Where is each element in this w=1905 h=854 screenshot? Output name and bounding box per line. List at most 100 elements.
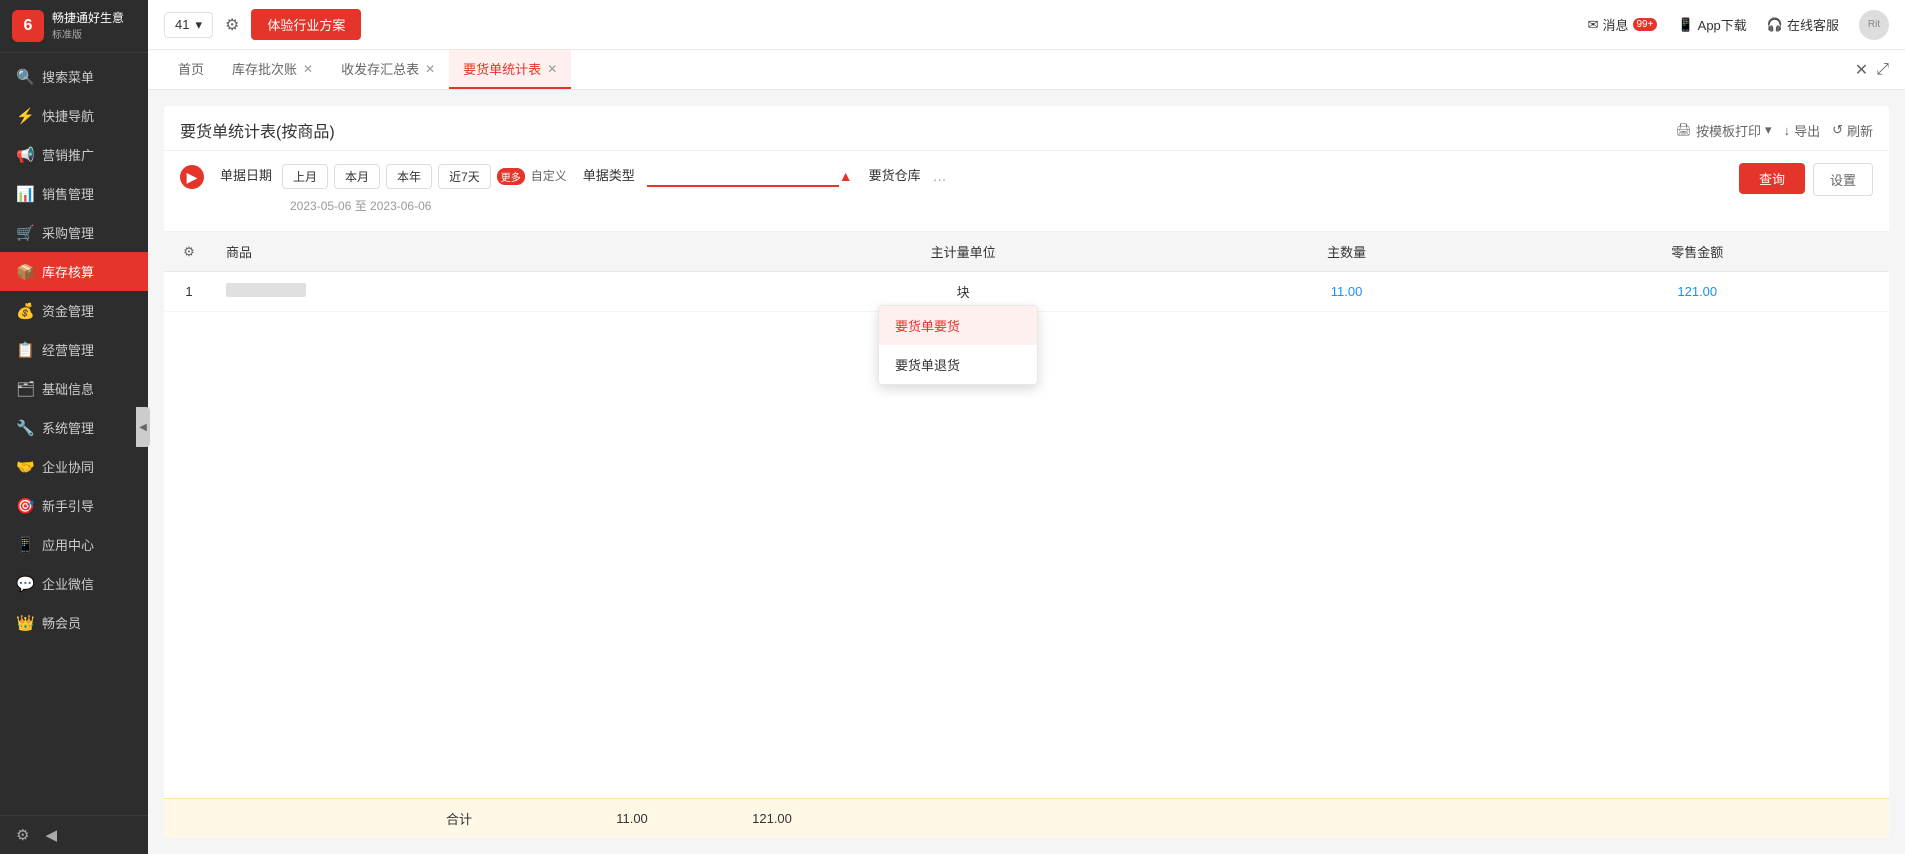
refresh-btn[interactable]: ↺ 刷新 [1832, 121, 1873, 140]
logo-icon: 6 [12, 10, 44, 42]
expand-tabs-icon[interactable]: ⤢ [1876, 61, 1889, 79]
settings-icon[interactable]: ⚙ [16, 826, 29, 844]
footer-label: 合计 [446, 809, 472, 828]
tab-close-requisition[interactable]: ✕ [547, 62, 557, 76]
type-select[interactable]: ▲ [647, 166, 853, 187]
online-service-icon: 🎧 [1767, 17, 1783, 33]
tab-close-summary[interactable]: ✕ [425, 62, 435, 76]
sidebar-bottom: ⚙ ◀ [0, 815, 148, 854]
tabs-right: ✕ ⤢ [1855, 60, 1889, 80]
app-download-btn[interactable]: 📱 App下载 [1677, 15, 1746, 34]
app-logo: 6 畅捷通好生意 标准版 [0, 0, 148, 53]
date-filter-label: 单据日期 [220, 163, 272, 189]
sidebar-item-search[interactable]: 🔍搜索菜单 [0, 57, 148, 96]
dropdown-item-return[interactable]: 要货单退货 [879, 345, 1037, 384]
filter-expand-btn[interactable]: ▶ [180, 165, 204, 189]
sidebar-item-system[interactable]: 🔧系统管理 [0, 408, 148, 447]
sidebar-item-inventory[interactable]: 📦库存核算 [0, 252, 148, 291]
online-service-btn[interactable]: 🎧 在线客服 [1767, 15, 1839, 34]
export-btn[interactable]: ↓ 导出 [1784, 121, 1821, 140]
filter-bar: ▶ 单据日期 上月 本月 本年 近7天 更多 自定义 2023-05-06 至 … [164, 151, 1889, 232]
warehouse-label: 要货仓库 [869, 163, 921, 189]
table-header: ⚙ 商品 主计量单位 主数量 零售金额 [164, 232, 1889, 272]
this-year-btn[interactable]: 本年 [386, 164, 432, 189]
sales-icon: 📊 [16, 185, 34, 203]
print-arrow: ▾ [1765, 122, 1772, 138]
col-product-header: 商品 [214, 232, 739, 272]
page-content: 要货单统计表(按商品) 🖨 按模板打印 ▾ ↓ 导出 ↺ 刷新 [148, 90, 1905, 854]
guide-icon: 🎯 [16, 497, 34, 515]
tab-requisition[interactable]: 要货单统计表 ✕ [449, 50, 571, 89]
type-dropdown-arrow[interactable]: ▲ [839, 168, 853, 184]
sidebar-item-base[interactable]: 🗂基础信息 [0, 369, 148, 408]
sidebar-item-guide[interactable]: 🎯新手引导 [0, 486, 148, 525]
member-icon: 👑 [16, 614, 34, 632]
export-icon: ↓ [1784, 123, 1791, 138]
header-right: ✉ 消息 99+ 📱 App下载 🎧 在线客服 Rit [1588, 10, 1889, 40]
appstore-icon: 📱 [16, 536, 34, 554]
brand-sub: 标准版 [52, 26, 124, 41]
col-amount-header: 零售金额 [1506, 232, 1889, 272]
message-btn[interactable]: ✉ 消息 99+ [1588, 15, 1658, 34]
dropdown-item-order[interactable]: 要货单要货 [879, 306, 1037, 345]
col-settings-icon[interactable]: ⚙ [183, 244, 195, 259]
cell-rownum: 1 [164, 272, 214, 312]
page-title: 要货单统计表(按商品) [180, 118, 335, 142]
tab-home[interactable]: 首页 [164, 50, 218, 89]
custom-date-btn[interactable]: 自定义 [531, 163, 567, 189]
settings-btn[interactable]: 设置 [1813, 163, 1873, 196]
refresh-label: 刷新 [1847, 121, 1873, 140]
filter-actions: 查询 设置 [1739, 163, 1873, 196]
avatar[interactable]: Rit [1859, 10, 1889, 40]
type-dropdown: 要货单要货 要货单退货 [878, 305, 1038, 385]
tabs-container: 首页库存批次账 ✕收发存汇总表 ✕要货单统计表 ✕ [164, 50, 571, 89]
print-label: 按模板打印 [1696, 121, 1761, 140]
wechat-icon: 💬 [16, 575, 34, 593]
cell-quantity: 11.00 [1188, 272, 1506, 312]
more-badge[interactable]: 更多 [497, 168, 525, 185]
close-all-icon[interactable]: ✕ [1855, 60, 1868, 80]
sidebar-item-member[interactable]: 👑畅会员 [0, 603, 148, 642]
sidebar-item-finance[interactable]: 💰资金管理 [0, 291, 148, 330]
sidebar-item-marketing[interactable]: 📢营销推广 [0, 135, 148, 174]
table-footer: 合计 11.00 121.00 [164, 798, 1889, 838]
sidebar-item-appstore[interactable]: 📱应用中心 [0, 525, 148, 564]
trial-btn[interactable]: 体验行业方案 [251, 9, 361, 40]
sidebar-item-sales[interactable]: 📊销售管理 [0, 174, 148, 213]
last7days-btn[interactable]: 近7天 [438, 164, 491, 189]
system-icon: 🔧 [16, 419, 34, 437]
warehouse-more-icon[interactable]: … [933, 168, 947, 184]
footer-quantity: 11.00 [592, 811, 672, 826]
query-btn[interactable]: 查询 [1739, 163, 1805, 194]
message-label: 消息 [1602, 15, 1628, 34]
type-input[interactable] [647, 166, 839, 187]
header-settings-icon[interactable]: ⚙ [225, 15, 239, 35]
app-download-icon: 📱 [1677, 17, 1693, 33]
sidebar: 6 畅捷通好生意 标准版 🔍搜索菜单⚡快捷导航📢营销推广📊销售管理🛒采购管理📦库… [0, 0, 148, 854]
tab-close-batch[interactable]: ✕ [303, 62, 313, 76]
col-quantity-header: 主数量 [1188, 232, 1506, 272]
footer-amount: 121.00 [732, 811, 812, 826]
sidebar-item-wechat[interactable]: 💬企业微信 [0, 564, 148, 603]
marketing-icon: 📢 [16, 146, 34, 164]
sidebar-item-operation[interactable]: 📋经营管理 [0, 330, 148, 369]
sidebar-item-shortcut[interactable]: ⚡快捷导航 [0, 96, 148, 135]
tab-batch[interactable]: 库存批次账 ✕ [218, 50, 327, 89]
tab-label-home: 首页 [178, 59, 204, 78]
cell-product [214, 272, 739, 312]
coop-icon: 🤝 [16, 458, 34, 476]
sidebar-item-coop[interactable]: 🤝企业协同 [0, 447, 148, 486]
store-selector[interactable]: 41 ▾ [164, 12, 213, 38]
type-filter-group: 单据类型 ▲ [583, 163, 853, 189]
this-month-btn[interactable]: 本月 [334, 164, 380, 189]
shortcut-icon: ⚡ [16, 107, 34, 125]
sidebar-item-purchase[interactable]: 🛒采购管理 [0, 213, 148, 252]
sidebar-collapse-handle[interactable]: ◀ [136, 407, 150, 447]
operation-icon: 📋 [16, 341, 34, 359]
tab-summary[interactable]: 收发存汇总表 ✕ [327, 50, 449, 89]
tabs-bar: 首页库存批次账 ✕收发存汇总表 ✕要货单统计表 ✕ ✕ ⤢ [148, 50, 1905, 90]
message-icon: ✉ [1588, 17, 1599, 33]
collapse-icon[interactable]: ◀ [45, 826, 57, 844]
last-month-btn[interactable]: 上月 [282, 164, 328, 189]
print-btn[interactable]: 🖨 按模板打印 ▾ [1676, 121, 1772, 140]
